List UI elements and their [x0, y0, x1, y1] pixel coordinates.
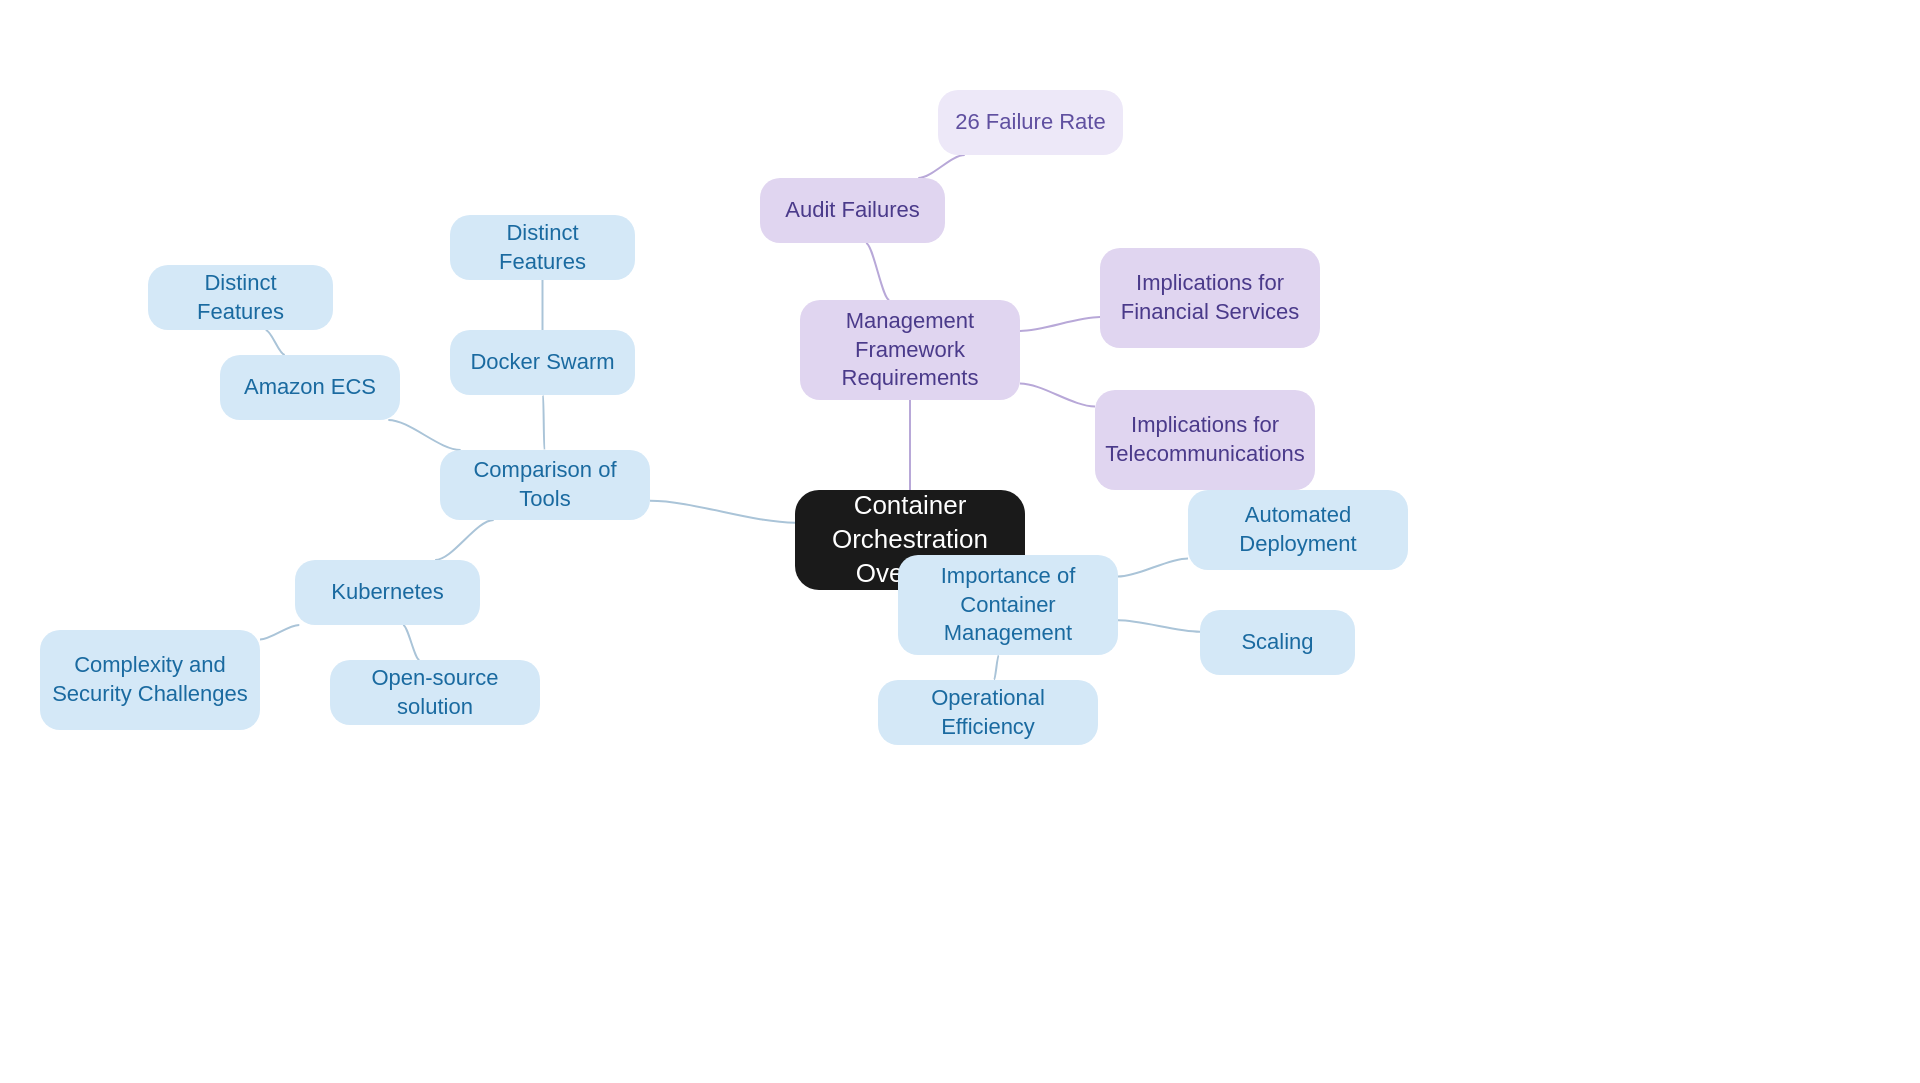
- node-docker_swarm: Docker Swarm: [450, 330, 635, 395]
- node-importance_container: Importance of Container Management: [898, 555, 1118, 655]
- node-implications_telecom: Implications for Telecommunications: [1095, 390, 1315, 490]
- node-automated_deployment: Automated Deployment: [1188, 490, 1408, 570]
- node-comparison_of_tools: Comparison of Tools: [440, 450, 650, 520]
- node-management_framework: Management Framework Requirements: [800, 300, 1020, 400]
- node-distinct_features_2: Distinct Features: [450, 215, 635, 280]
- node-complexity: Complexity and Security Challenges: [40, 630, 260, 730]
- node-failure_rate: 26 Failure Rate: [938, 90, 1123, 155]
- node-kubernetes: Kubernetes: [295, 560, 480, 625]
- node-scaling: Scaling: [1200, 610, 1355, 675]
- node-implications_financial: Implications for Financial Services: [1100, 248, 1320, 348]
- node-open_source: Open-source solution: [330, 660, 540, 725]
- node-audit_failures: Audit Failures: [760, 178, 945, 243]
- node-distinct_features_1: Distinct Features: [148, 265, 333, 330]
- node-amazon_ecs: Amazon ECS: [220, 355, 400, 420]
- node-operational_efficiency: Operational Efficiency: [878, 680, 1098, 745]
